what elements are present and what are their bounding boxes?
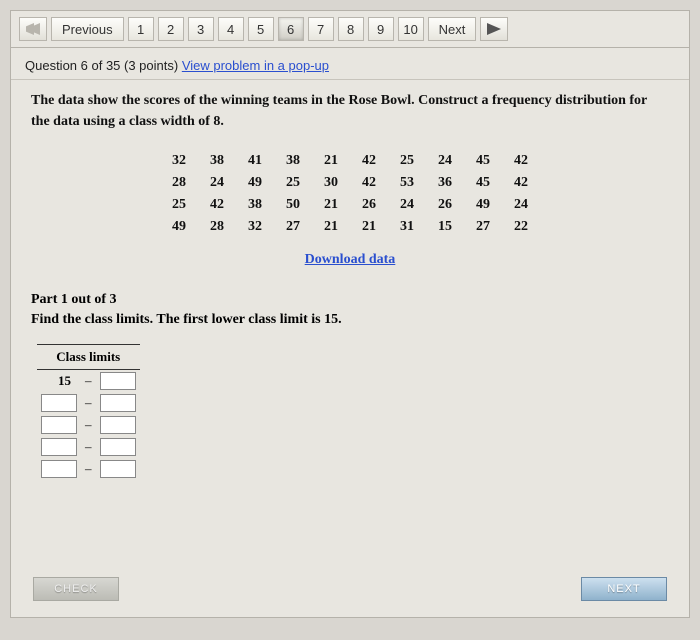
page-button-1[interactable]: 1 bbox=[128, 17, 154, 41]
limits-row: – bbox=[37, 414, 140, 436]
data-table: 3238413821422524454228244925304253364542… bbox=[160, 150, 540, 238]
class-limits-table: Class limits 15––––– bbox=[37, 344, 140, 480]
check-button[interactable]: CHECK bbox=[33, 577, 119, 601]
data-cell: 22 bbox=[502, 216, 540, 238]
data-cell: 26 bbox=[350, 194, 388, 216]
question-counter: Question 6 of 35 (3 points) bbox=[25, 58, 182, 73]
data-cell: 42 bbox=[350, 150, 388, 172]
next-arrow-icon[interactable] bbox=[480, 17, 508, 41]
lower-limit-input[interactable] bbox=[41, 460, 77, 478]
part-label: Part 1 out of 3 bbox=[31, 292, 669, 308]
page-button-3[interactable]: 3 bbox=[188, 17, 214, 41]
data-cell: 21 bbox=[312, 194, 350, 216]
view-popup-link[interactable]: View problem in a pop-up bbox=[182, 58, 329, 73]
data-cell: 42 bbox=[502, 150, 540, 172]
part-instruction: Find the class limits. The first lower c… bbox=[31, 312, 669, 328]
data-cell: 38 bbox=[198, 150, 236, 172]
limits-row: – bbox=[37, 458, 140, 480]
data-cell: 41 bbox=[236, 150, 274, 172]
limits-row: – bbox=[37, 436, 140, 458]
data-cell: 24 bbox=[198, 172, 236, 194]
data-cell: 21 bbox=[312, 216, 350, 238]
data-cell: 27 bbox=[274, 216, 312, 238]
data-cell: 45 bbox=[464, 172, 502, 194]
data-row: 49283227212131152722 bbox=[160, 216, 540, 238]
download-data-link[interactable]: Download data bbox=[305, 252, 396, 267]
data-cell: 42 bbox=[350, 172, 388, 194]
data-row: 28244925304253364542 bbox=[160, 172, 540, 194]
data-cell: 49 bbox=[464, 194, 502, 216]
pagination-bar: Previous 12345678910 Next bbox=[11, 11, 689, 48]
data-cell: 24 bbox=[426, 150, 464, 172]
prev-arrow-icon[interactable] bbox=[19, 17, 47, 41]
page-button-10[interactable]: 10 bbox=[398, 17, 424, 41]
upper-limit-input[interactable] bbox=[100, 460, 136, 478]
data-cell: 27 bbox=[464, 216, 502, 238]
data-cell: 26 bbox=[426, 194, 464, 216]
page-button-8[interactable]: 8 bbox=[338, 17, 364, 41]
data-cell: 24 bbox=[502, 194, 540, 216]
lower-limit-input[interactable] bbox=[41, 394, 77, 412]
data-cell: 25 bbox=[160, 194, 198, 216]
data-cell: 45 bbox=[464, 150, 502, 172]
previous-button[interactable]: Previous bbox=[51, 17, 124, 41]
data-cell: 21 bbox=[312, 150, 350, 172]
page-button-6[interactable]: 6 bbox=[278, 17, 304, 41]
limits-header: Class limits bbox=[37, 345, 140, 370]
upper-limit-input[interactable] bbox=[100, 372, 136, 390]
lower-limit-input[interactable] bbox=[41, 416, 77, 434]
data-cell: 24 bbox=[388, 194, 426, 216]
page-button-5[interactable]: 5 bbox=[248, 17, 274, 41]
data-cell: 31 bbox=[388, 216, 426, 238]
lower-limit-input[interactable] bbox=[41, 438, 77, 456]
dash-separator: – bbox=[81, 436, 96, 458]
data-cell: 49 bbox=[236, 172, 274, 194]
data-cell: 28 bbox=[160, 172, 198, 194]
limits-row: – bbox=[37, 392, 140, 414]
next-part-button[interactable]: NEXT bbox=[581, 577, 667, 601]
dash-separator: – bbox=[81, 458, 96, 480]
data-cell: 42 bbox=[198, 194, 236, 216]
data-cell: 49 bbox=[160, 216, 198, 238]
upper-limit-input[interactable] bbox=[100, 438, 136, 456]
data-cell: 28 bbox=[198, 216, 236, 238]
first-lower-limit: 15 bbox=[47, 373, 71, 389]
question-header: Question 6 of 35 (3 points) View problem… bbox=[11, 48, 689, 80]
data-cell: 25 bbox=[388, 150, 426, 172]
page-button-7[interactable]: 7 bbox=[308, 17, 334, 41]
limits-row: 15– bbox=[37, 370, 140, 393]
data-cell: 15 bbox=[426, 216, 464, 238]
dash-separator: – bbox=[81, 370, 96, 393]
data-cell: 38 bbox=[236, 194, 274, 216]
dash-separator: – bbox=[81, 414, 96, 436]
data-cell: 32 bbox=[160, 150, 198, 172]
next-button[interactable]: Next bbox=[428, 17, 477, 41]
data-row: 32384138214225244542 bbox=[160, 150, 540, 172]
page-button-2[interactable]: 2 bbox=[158, 17, 184, 41]
dash-separator: – bbox=[81, 392, 96, 414]
bottom-bar: CHECK NEXT bbox=[11, 565, 689, 617]
data-cell: 38 bbox=[274, 150, 312, 172]
question-prompt: The data show the scores of the winning … bbox=[31, 90, 669, 132]
upper-limit-input[interactable] bbox=[100, 394, 136, 412]
data-cell: 53 bbox=[388, 172, 426, 194]
data-cell: 25 bbox=[274, 172, 312, 194]
page-button-9[interactable]: 9 bbox=[368, 17, 394, 41]
data-cell: 42 bbox=[502, 172, 540, 194]
data-cell: 32 bbox=[236, 216, 274, 238]
upper-limit-input[interactable] bbox=[100, 416, 136, 434]
data-cell: 36 bbox=[426, 172, 464, 194]
data-row: 25423850212624264924 bbox=[160, 194, 540, 216]
data-cell: 21 bbox=[350, 216, 388, 238]
page-button-4[interactable]: 4 bbox=[218, 17, 244, 41]
data-cell: 30 bbox=[312, 172, 350, 194]
data-cell: 50 bbox=[274, 194, 312, 216]
